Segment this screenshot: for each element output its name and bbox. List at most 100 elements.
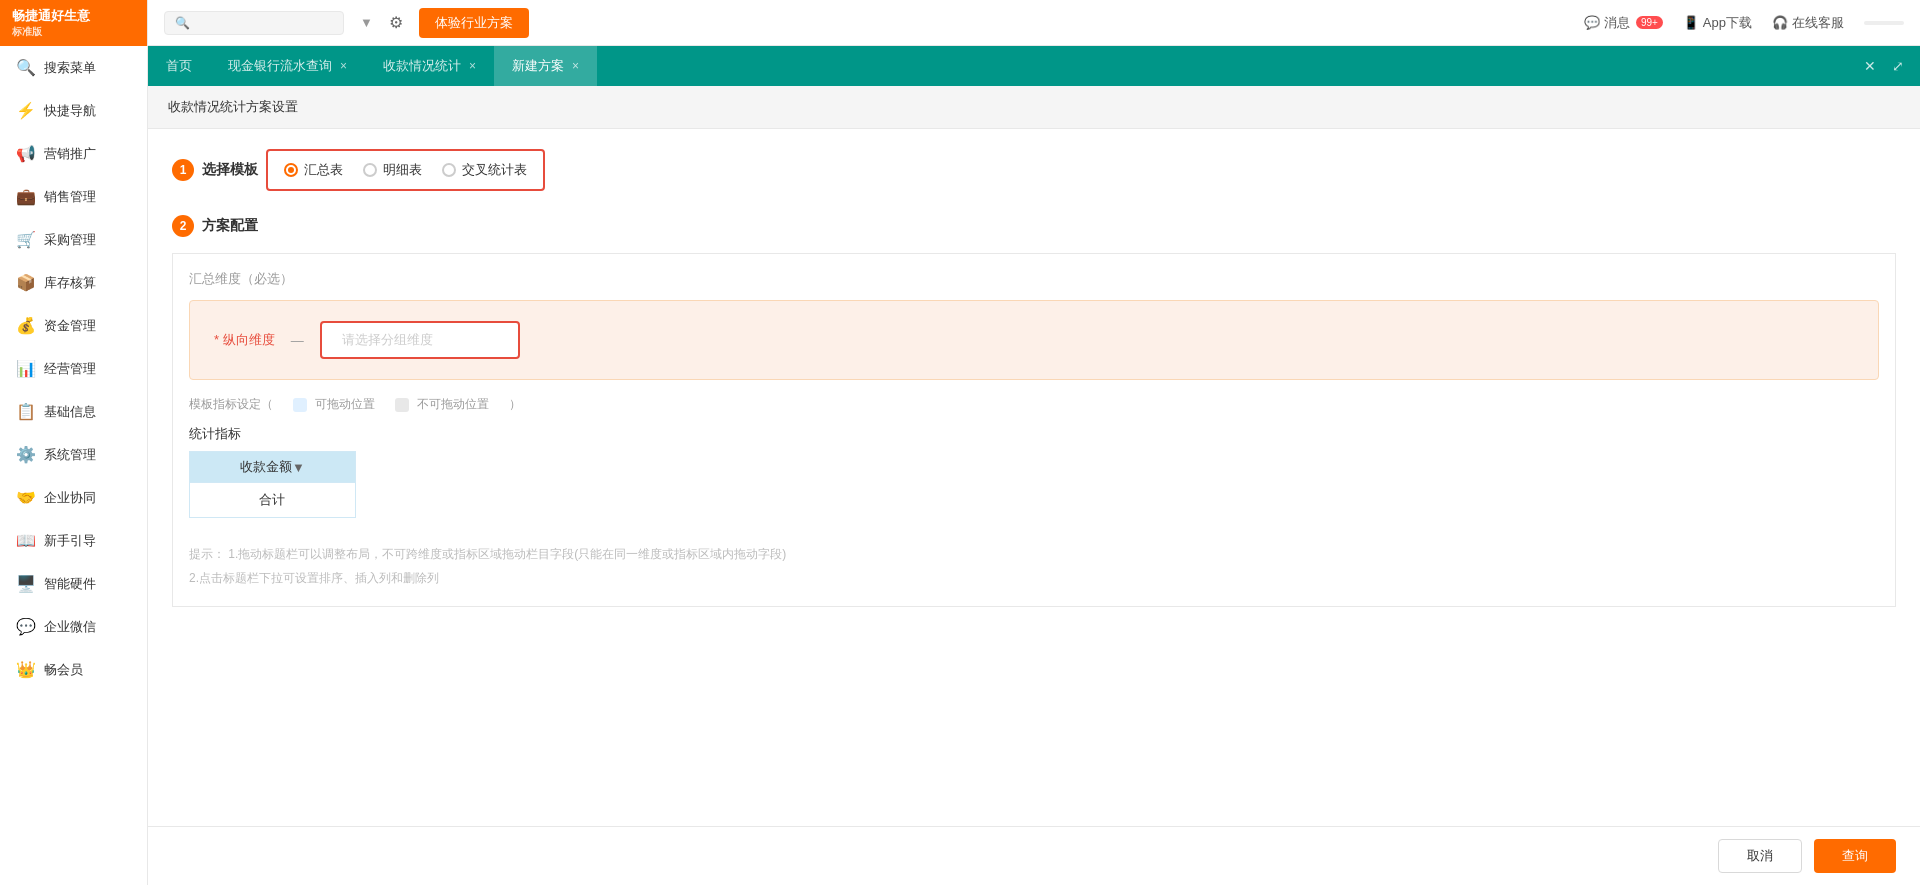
sidebar-item-label: 快捷导航 [44, 102, 96, 120]
tab-close-icon[interactable]: × [572, 59, 579, 73]
metrics-column-header[interactable]: 收款金额 ▼ [190, 452, 355, 482]
search-box[interactable]: 🔍 [164, 11, 344, 35]
dropdown-arrow-icon[interactable]: ▼ [360, 15, 373, 30]
app-logo: 畅捷通好生意 标准版 [0, 0, 147, 46]
tab-label: 新建方案 [512, 57, 564, 75]
step1-badge: 1 [172, 159, 194, 181]
metrics-hint: 模板指标设定（ 可拖动位置 不可拖动位置 ） [189, 396, 1879, 413]
sidebar-item-label: 销售管理 [44, 188, 96, 206]
radio-circle-detail [363, 163, 377, 177]
sidebar-item-label: 库存核算 [44, 274, 96, 292]
radio-cross[interactable]: 交叉统计表 [442, 161, 527, 179]
management-icon: 📊 [16, 359, 36, 378]
tips-title: 提示： 1.拖动标题栏可以调整布局，不可跨维度或指标区域拖动栏目字段(只能在同一… [189, 542, 1879, 566]
sidebar-item-label: 畅会员 [44, 661, 83, 679]
download-icon: 📱 [1683, 15, 1699, 30]
username-label [1864, 21, 1904, 25]
config-section: 汇总维度（必选） * 纵向维度 — 请选择分组维度 [172, 253, 1896, 607]
template-radio-group: 汇总表 明细表 交叉统计表 [284, 161, 527, 179]
sidebar-item-label: 系统管理 [44, 446, 96, 464]
sidebar-item-member[interactable]: 👑 畅会员 [0, 648, 147, 691]
radio-detail[interactable]: 明细表 [363, 161, 422, 179]
tab-close-icon[interactable]: × [469, 59, 476, 73]
cancel-button[interactable]: 取消 [1718, 839, 1802, 873]
sidebar-item-hardware[interactable]: 🖥️ 智能硬件 [0, 562, 147, 605]
service-label: 在线客服 [1792, 14, 1844, 32]
marketing-icon: 📢 [16, 144, 36, 163]
sidebar-item-system[interactable]: ⚙️ 系统管理 [0, 433, 147, 476]
message-item[interactable]: 💬 消息 99+ [1584, 14, 1663, 32]
tab-new-plan[interactable]: 新建方案 × [494, 46, 597, 86]
search-icon: 🔍 [16, 58, 36, 77]
radio-circle-summary [284, 163, 298, 177]
sidebar-item-label: 经营管理 [44, 360, 96, 378]
metrics-label: 统计指标 [189, 425, 1879, 443]
draggable-badge [293, 398, 307, 412]
step2-header: 2 方案配置 [172, 215, 1896, 237]
radio-label-cross: 交叉统计表 [462, 161, 527, 179]
dimension-section-label: 汇总维度（必选） [189, 270, 1879, 288]
metrics-section: 模板指标设定（ 可拖动位置 不可拖动位置 ） [189, 396, 1879, 518]
sidebar-item-label: 智能硬件 [44, 575, 96, 593]
tips-line2: 2.点击标题栏下拉可设置排序、插入列和删除列 [189, 566, 1879, 590]
sidebar-item-finance[interactable]: 💰 资金管理 [0, 304, 147, 347]
sidebar-item-label: 资金管理 [44, 317, 96, 335]
message-label: 消息 [1604, 14, 1630, 32]
fixed-label: 不可拖动位置 [417, 396, 489, 413]
member-icon: 👑 [16, 660, 36, 679]
step2-title: 方案配置 [202, 217, 258, 235]
service-icon: 🎧 [1772, 15, 1788, 30]
inventory-icon: 📦 [16, 273, 36, 292]
content-area: 收款情况统计方案设置 1 选择模板 汇总表 [148, 86, 1920, 826]
download-item[interactable]: 📱 App下载 [1683, 14, 1752, 32]
sidebar-item-purchase[interactable]: 🛒 采购管理 [0, 218, 147, 261]
sidebar: 畅捷通好生意 标准版 🔍 搜索菜单 ⚡ 快捷导航 📢 营销推广 💼 销售管理 🛒… [0, 0, 148, 885]
sidebar-item-management[interactable]: 📊 经营管理 [0, 347, 147, 390]
tab-receipt-stats[interactable]: 收款情况统计 × [365, 46, 494, 86]
radio-summary[interactable]: 汇总表 [284, 161, 343, 179]
sidebar-item-guide[interactable]: 📖 新手引导 [0, 519, 147, 562]
maximize-icon[interactable]: ⤢ [1892, 58, 1904, 74]
step2-section: 2 方案配置 汇总维度（必选） * 纵向维度 — 请选择分组维 [172, 215, 1896, 607]
step1-section: 1 选择模板 汇总表 明细表 [172, 149, 1896, 191]
topbar-right: 💬 消息 99+ 📱 App下载 🎧 在线客服 [1584, 14, 1904, 32]
action-bar: 取消 查询 [148, 826, 1920, 885]
dimension-select[interactable]: 请选择分组维度 [320, 321, 520, 359]
sidebar-item-label: 企业协同 [44, 489, 96, 507]
sales-icon: 💼 [16, 187, 36, 206]
template-select-box: 汇总表 明细表 交叉统计表 [266, 149, 545, 191]
fixed-badge [395, 398, 409, 412]
search-icon: 🔍 [175, 16, 190, 30]
message-icon: 💬 [1584, 15, 1600, 30]
tab-label: 首页 [166, 57, 192, 75]
guide-icon: 📖 [16, 531, 36, 550]
finance-icon: 💰 [16, 316, 36, 335]
tab-cash-flow[interactable]: 现金银行流水查询 × [210, 46, 365, 86]
sidebar-item-quick-nav[interactable]: ⚡ 快捷导航 [0, 89, 147, 132]
sidebar-item-label: 企业微信 [44, 618, 96, 636]
industry-btn[interactable]: 体验行业方案 [419, 8, 529, 38]
collab-icon: 🤝 [16, 488, 36, 507]
tab-close-icon[interactable]: × [340, 59, 347, 73]
sidebar-item-marketing[interactable]: 📢 营销推广 [0, 132, 147, 175]
close-window-icon[interactable]: ✕ [1864, 58, 1876, 74]
tips-line1: 1.拖动标题栏可以调整布局，不可跨维度或指标区域拖动栏目字段(只能在同一维度或指… [228, 547, 786, 561]
main-area: 🔍 ▼ ⚙ 体验行业方案 💬 消息 99+ 📱 App下载 🎧 在线客服 [148, 0, 1920, 885]
sidebar-item-inventory[interactable]: 📦 库存核算 [0, 261, 147, 304]
query-button[interactable]: 查询 [1814, 839, 1896, 873]
radio-label-summary: 汇总表 [304, 161, 343, 179]
radio-label-detail: 明细表 [383, 161, 422, 179]
tab-home[interactable]: 首页 [148, 46, 210, 86]
sidebar-item-search[interactable]: 🔍 搜索菜单 [0, 46, 147, 89]
sidebar-item-sales[interactable]: 💼 销售管理 [0, 175, 147, 218]
service-item[interactable]: 🎧 在线客服 [1772, 14, 1844, 32]
sidebar-item-basic-info[interactable]: 📋 基础信息 [0, 390, 147, 433]
sidebar-item-label: 新手引导 [44, 532, 96, 550]
column-header-dropdown-icon[interactable]: ▼ [292, 460, 305, 475]
settings-icon[interactable]: ⚙ [389, 13, 403, 32]
sidebar-item-wechat[interactable]: 💬 企业微信 [0, 605, 147, 648]
dimension-area: * 纵向维度 — 请选择分组维度 [189, 300, 1879, 380]
sidebar-item-collab[interactable]: 🤝 企业协同 [0, 476, 147, 519]
message-badge: 99+ [1636, 16, 1663, 29]
draggable-label: 可拖动位置 [315, 396, 375, 413]
